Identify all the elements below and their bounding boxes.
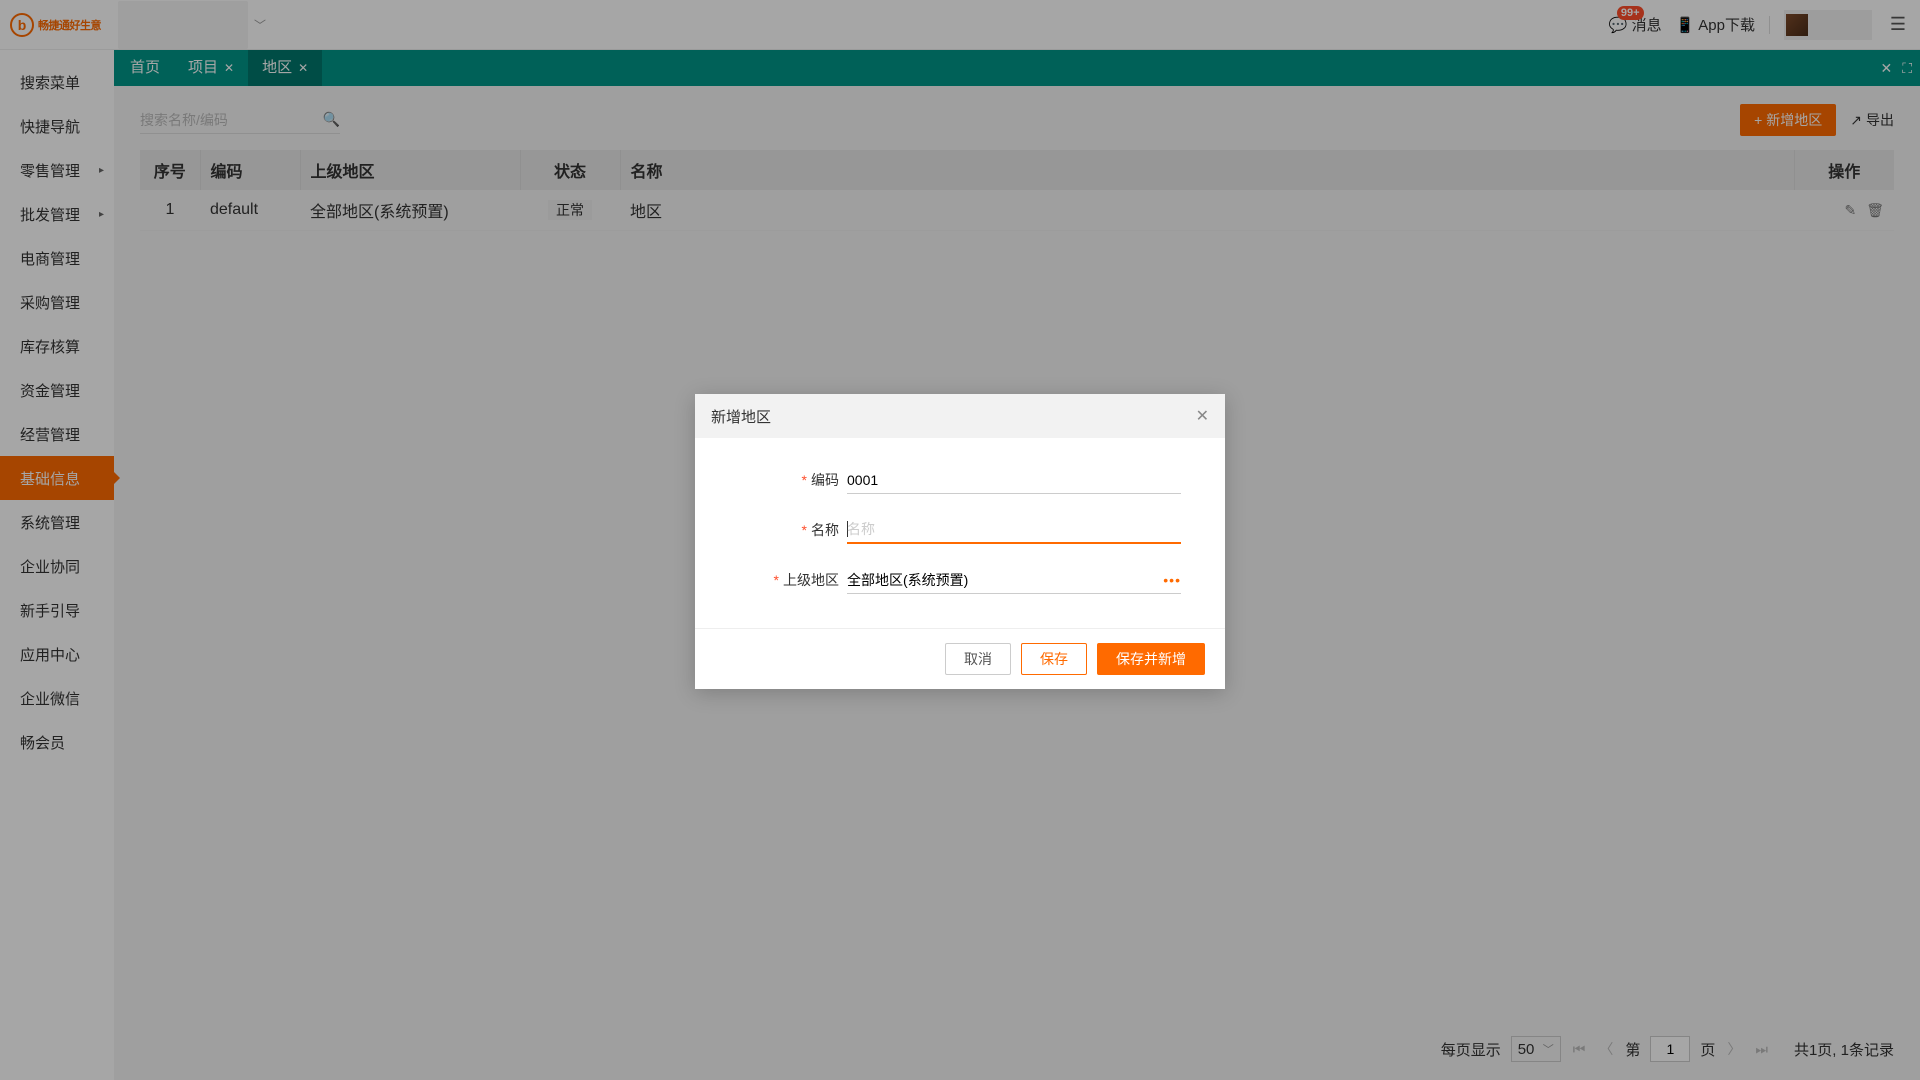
field-input-wrap-name [847, 516, 1181, 544]
close-icon[interactable]: ✕ [1196, 406, 1209, 426]
modal-body: *编码 *名称 *上级地区 ••• [695, 438, 1225, 628]
parent-input[interactable] [847, 572, 1181, 588]
form-row-parent: *上级地区 ••• [739, 566, 1181, 594]
cancel-button[interactable]: 取消 [945, 643, 1011, 675]
required-star-icon: * [802, 522, 807, 538]
field-label-code: *编码 [739, 470, 847, 490]
form-row-name: *名称 [739, 516, 1181, 544]
required-star-icon: * [802, 472, 807, 488]
modal-title: 新增地区 [711, 406, 771, 427]
modal-footer: 取消 保存 保存并新增 [695, 628, 1225, 689]
modal-header: 新增地区 ✕ [695, 394, 1225, 438]
name-input[interactable] [847, 521, 1181, 537]
field-input-wrap-parent: ••• [847, 566, 1181, 594]
field-label-name: *名称 [739, 520, 847, 540]
add-region-modal: 新增地区 ✕ *编码 *名称 *上级地区 ••• 取消 保存 保存并新增 [695, 394, 1225, 689]
form-row-code: *编码 [739, 466, 1181, 494]
more-icon[interactable]: ••• [1163, 572, 1181, 588]
field-input-wrap-code [847, 466, 1181, 494]
code-input[interactable] [847, 472, 1181, 488]
save-button[interactable]: 保存 [1021, 643, 1087, 675]
required-star-icon: * [774, 572, 779, 588]
field-label-parent: *上级地区 [739, 570, 847, 590]
save-and-new-button[interactable]: 保存并新增 [1097, 643, 1205, 675]
